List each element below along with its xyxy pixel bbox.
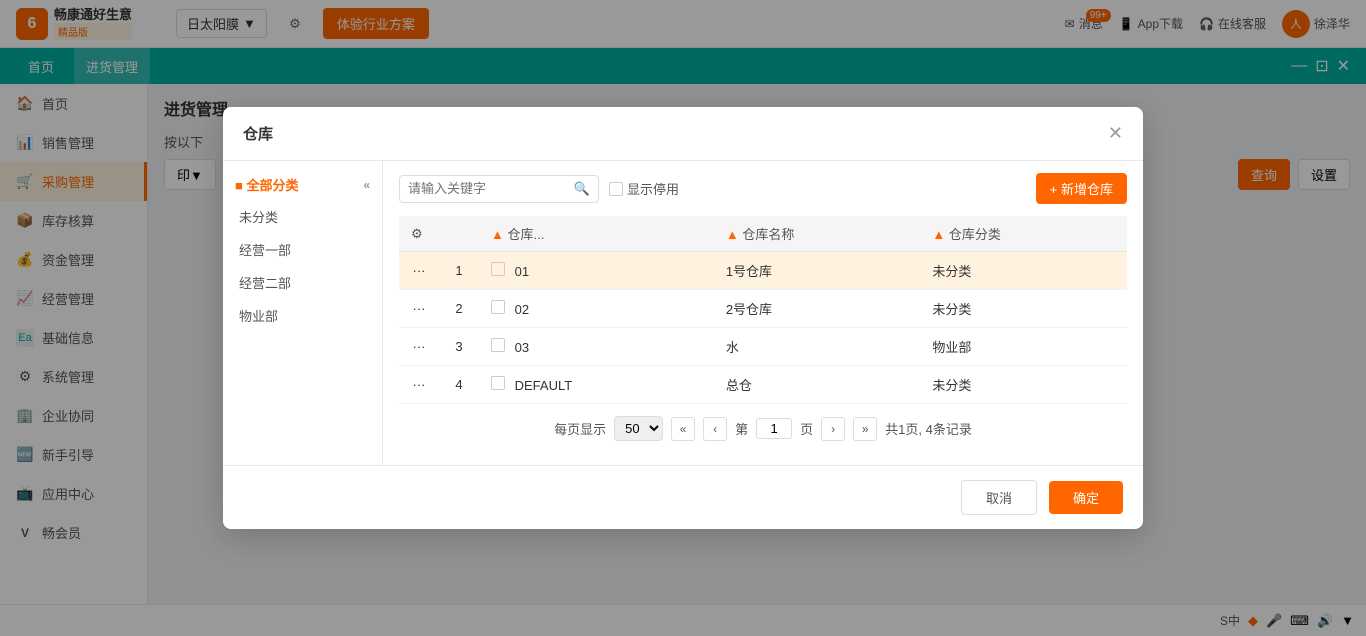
warehouse-table: ⚙ ▲ 仓库... ▲ 仓库名称 <box>399 216 1127 404</box>
row-checkbox[interactable] <box>491 262 505 276</box>
category-property[interactable]: 物业部 <box>223 299 382 332</box>
row-checkbox-cell: 03 <box>479 328 714 366</box>
row-checkbox-cell: DEFAULT <box>479 366 714 404</box>
row-name: 总仓 <box>714 366 921 404</box>
row-checkbox[interactable] <box>491 376 505 390</box>
table-container: ⚙ ▲ 仓库... ▲ 仓库名称 <box>399 216 1127 404</box>
next-page-button[interactable]: › <box>821 417 845 441</box>
modal-sidebar: ■ 全部分类 « 未分类 经营一部 经营二部 物业部 <box>223 161 383 465</box>
table-row[interactable]: ··· 4 DEFAULT 总仓 未分类 <box>399 366 1127 404</box>
row-category: 未分类 <box>920 290 1127 328</box>
row-checkbox[interactable] <box>491 300 505 314</box>
modal-pagination: 每页显示 50 « ‹ 第 页 › » 共1页, 4条记录 <box>399 404 1127 453</box>
th-name[interactable]: ▲ 仓库名称 <box>714 216 921 252</box>
row-num: 4 <box>439 366 479 404</box>
row-category: 物业部 <box>920 328 1127 366</box>
table-row[interactable]: ··· 3 03 水 物业部 <box>399 328 1127 366</box>
sort-icon: ▲ <box>491 227 504 242</box>
table-row[interactable]: ··· 2 02 2号仓库 未分类 <box>399 290 1127 328</box>
row-checkbox-cell: 02 <box>479 290 714 328</box>
category-ops2[interactable]: 经营二部 <box>223 266 382 299</box>
modal-header: 仓库 ✕ <box>223 107 1143 161</box>
page-input[interactable] <box>756 418 792 439</box>
add-warehouse-button[interactable]: + 新增仓库 <box>1036 173 1127 204</box>
show-disabled-checkbox[interactable]: 显示停用 <box>609 179 679 198</box>
table-header-row: ⚙ ▲ 仓库... ▲ 仓库名称 <box>399 216 1127 252</box>
category-ops1[interactable]: 经营一部 <box>223 233 382 266</box>
table-row[interactable]: ··· 1 01 1号仓库 未分类 <box>399 252 1127 290</box>
row-num: 1 <box>439 252 479 290</box>
category-unclassified[interactable]: 未分类 <box>223 200 382 233</box>
row-category: 未分类 <box>920 252 1127 290</box>
search-icon[interactable]: 🔍 <box>566 176 598 202</box>
search-input[interactable] <box>400 176 566 201</box>
warehouse-modal: 仓库 ✕ ■ 全部分类 « 未分类 经营一部 经营二部 物业部 <box>223 107 1143 529</box>
last-page-button[interactable]: » <box>853 417 877 441</box>
collapse-button[interactable]: « <box>363 178 370 192</box>
row-checkbox-cell: 01 <box>479 252 714 290</box>
modal-title: 仓库 <box>243 123 273 144</box>
first-page-button[interactable]: « <box>671 417 695 441</box>
row-name: 1号仓库 <box>714 252 921 290</box>
th-code[interactable]: ▲ 仓库... <box>479 216 714 252</box>
modal-overlay: 仓库 ✕ ■ 全部分类 « 未分类 经营一部 经营二部 物业部 <box>0 0 1366 636</box>
modal-footer: 取消 确定 <box>223 465 1143 529</box>
row-gear: ··· <box>399 366 439 404</box>
sort-icon-cat: ▲ <box>932 227 945 242</box>
row-gear: ··· <box>399 328 439 366</box>
row-name: 2号仓库 <box>714 290 921 328</box>
th-category[interactable]: ▲ 仓库分类 <box>920 216 1127 252</box>
row-gear: ··· <box>399 252 439 290</box>
confirm-button[interactable]: 确定 <box>1049 481 1123 514</box>
modal-toolbar: 🔍 显示停用 + 新增仓库 <box>399 173 1127 204</box>
th-settings: ⚙ <box>399 216 439 252</box>
sort-icon-name: ▲ <box>726 227 739 242</box>
row-checkbox[interactable] <box>491 338 505 352</box>
row-num: 2 <box>439 290 479 328</box>
modal-body: ■ 全部分类 « 未分类 经营一部 经营二部 物业部 🔍 <box>223 161 1143 465</box>
modal-content: 🔍 显示停用 + 新增仓库 ⚙ <box>383 161 1143 465</box>
cancel-button[interactable]: 取消 <box>961 480 1037 515</box>
modal-sidebar-header: ■ 全部分类 « <box>223 169 382 200</box>
prev-page-button[interactable]: ‹ <box>703 417 727 441</box>
warehouse-search[interactable]: 🔍 <box>399 175 599 203</box>
show-disabled-check[interactable] <box>609 182 623 196</box>
th-number <box>439 216 479 252</box>
row-gear: ··· <box>399 290 439 328</box>
modal-close-button[interactable]: ✕ <box>1108 123 1123 144</box>
row-name: 水 <box>714 328 921 366</box>
row-category: 未分类 <box>920 366 1127 404</box>
per-page-select[interactable]: 50 <box>614 416 663 441</box>
row-num: 3 <box>439 328 479 366</box>
